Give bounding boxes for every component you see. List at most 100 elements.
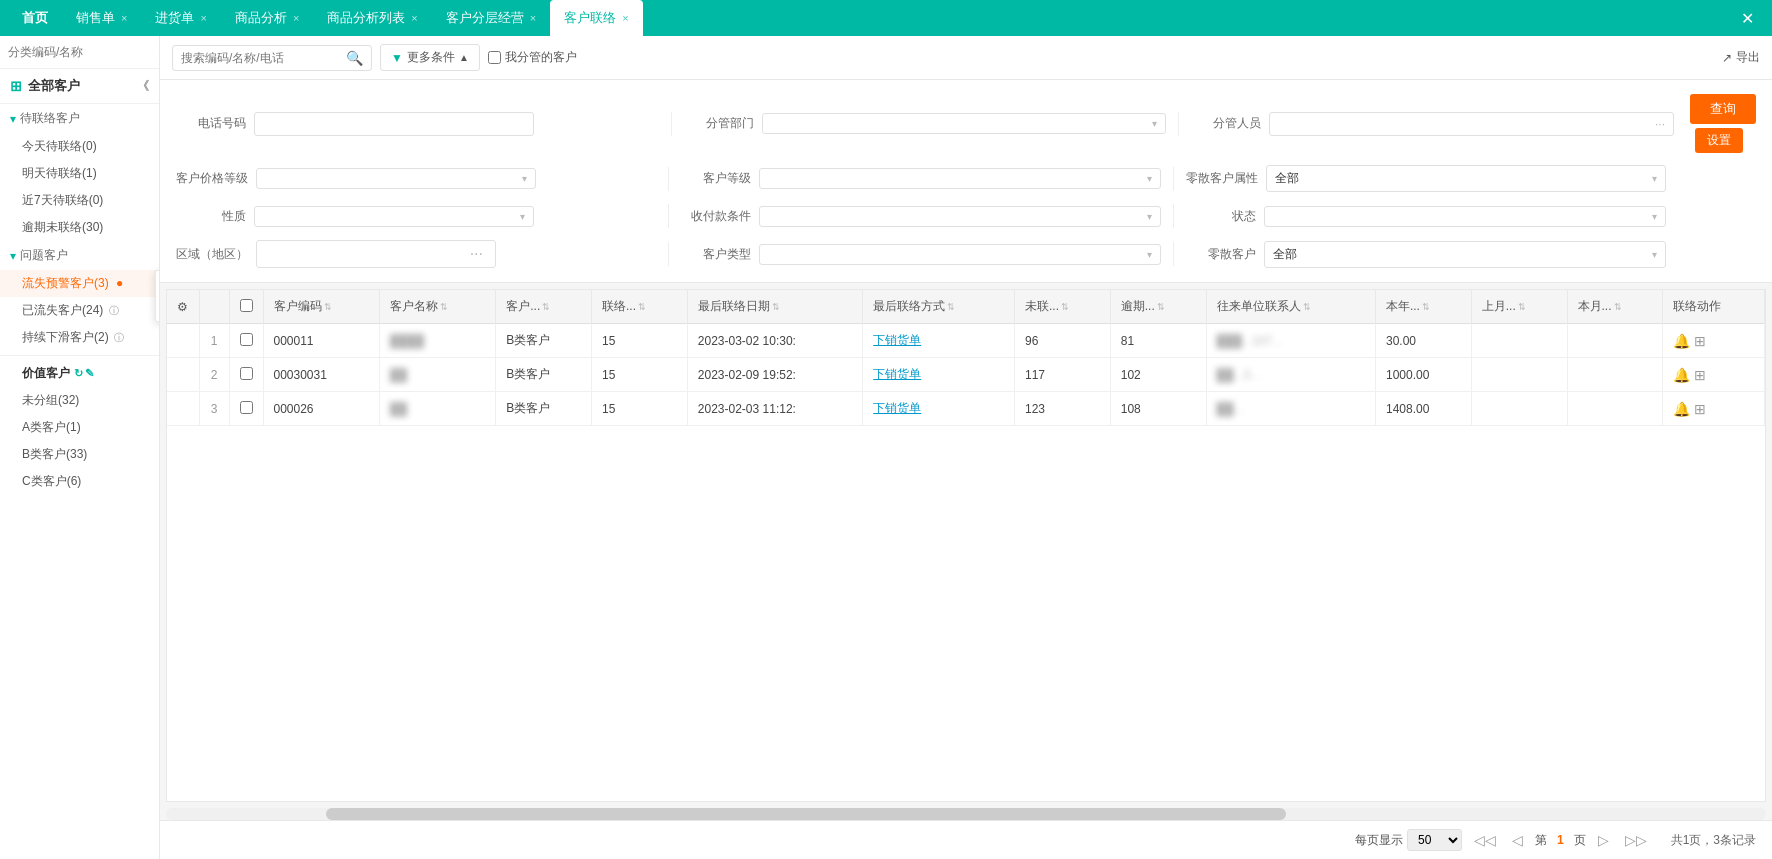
window-close-button[interactable]: ✕ [1731,9,1764,28]
col-last-date[interactable]: 最后联络日期⇅ [687,290,862,324]
row-last-method[interactable]: 下销货单 [863,358,1015,392]
close-customer-tier-tab[interactable]: × [530,12,536,24]
sidebar-item-declining[interactable]: 持续下滑客户(2) ⓘ [0,324,159,351]
col-last-month[interactable]: 上月...⇅ [1471,290,1567,324]
region-select[interactable]: ··· [256,240,496,268]
col-name[interactable]: 客户名称⇅ [379,290,495,324]
sidebar-search-input[interactable] [8,45,158,59]
row-last-method[interactable]: 下销货单 [863,392,1015,426]
col-overdue[interactable]: 逾期...⇅ [1110,290,1206,324]
sidebar-group-pending[interactable]: ▾ 待联络客户 [0,104,159,133]
search-input[interactable] [181,51,346,65]
action-bell-icon[interactable]: 🔔 [1673,401,1690,417]
export-btn[interactable]: ↗ 导出 [1722,49,1760,66]
my-customers-checkbox-label[interactable]: 我分管的客户 [488,49,577,66]
row-last-method[interactable]: 下销货单 [863,324,1015,358]
col-code[interactable]: 客户编码⇅ [263,290,379,324]
region-field: 区域（地区） ··· [176,240,656,268]
tab-analysis[interactable]: 商品分析 × [221,0,313,36]
sidebar-group-problem[interactable]: ▾ 问题客户 [0,241,159,270]
status-select[interactable]: ▾ [1264,206,1666,227]
col-settings[interactable]: ⚙ [167,290,199,324]
settings-button[interactable]: 设置 [1695,128,1743,153]
region-dots[interactable]: ··· [466,245,487,263]
sidebar-item-today-pending[interactable]: 今天待联络(0) [0,133,159,160]
edit-icon[interactable]: ✎ [85,367,94,380]
action-grid-icon[interactable]: ⊞ [1694,401,1706,417]
sidebar-item-overdue-pending[interactable]: 逾期未联络(30) [0,214,159,241]
sidebar-item-class-b[interactable]: B类客户(33) [0,441,159,468]
select-all-checkbox[interactable] [240,299,253,312]
retail-attr-select[interactable]: 全部 ▾ [1266,165,1666,192]
row-settings [167,358,199,392]
manager-select[interactable]: ··· [1269,112,1674,136]
tab-customer-tier[interactable]: 客户分层经营 × [432,0,550,36]
close-analysis-list-tab[interactable]: × [411,12,417,24]
price-level-select[interactable]: ▾ [256,168,536,189]
sidebar-group-value[interactable]: 价值客户 ↻ ✎ [0,360,159,387]
col-checkbox[interactable] [229,290,263,324]
per-page-select[interactable]: 50 100 200 [1407,829,1462,851]
scrollbar-thumb[interactable] [326,808,1286,820]
more-conditions-btn[interactable]: ▼ 更多条件 ▲ [380,44,480,71]
row-checkbox-cell[interactable] [229,324,263,358]
customer-type-select[interactable]: ▾ [759,244,1161,265]
my-customers-checkbox[interactable] [488,51,501,64]
col-not-contacted[interactable]: 未联...⇅ [1014,290,1110,324]
last-page-btn[interactable]: ▷▷ [1621,832,1651,848]
collapse-sidebar-icon[interactable]: 《 [137,78,149,95]
sidebar-item-tomorrow-pending[interactable]: 明天待联络(1) [0,160,159,187]
sidebar-item-week-pending[interactable]: 近7天待联络(0) [0,187,159,214]
col-this-year[interactable]: 本年...⇅ [1375,290,1471,324]
row-checkbox[interactable] [240,333,253,346]
tab-customer-link[interactable]: 客户联络 × [550,0,642,36]
col-last-method[interactable]: 最后联络方式⇅ [863,290,1015,324]
close-customer-link-tab[interactable]: × [622,12,628,24]
search-execute-icon[interactable]: 🔍 [346,50,363,66]
row-checkbox[interactable] [240,401,253,414]
row-checkbox-cell[interactable] [229,392,263,426]
refresh-icon[interactable]: ↻ [74,367,83,380]
close-purchase-tab[interactable]: × [200,12,206,24]
tab-home[interactable]: 首页 [8,0,62,36]
sidebar-item-class-a[interactable]: A类客户(1) [0,414,159,441]
col-this-month[interactable]: 本月...⇅ [1567,290,1663,324]
horizontal-scrollbar[interactable] [166,808,1766,820]
query-button[interactable]: 查询 [1690,94,1756,124]
nature-select[interactable]: ▾ [254,206,534,227]
action-grid-icon[interactable]: ⊞ [1694,333,1706,349]
action-bell-icon[interactable]: 🔔 [1673,367,1690,383]
tab-analysis-list[interactable]: 商品分析列表 × [313,0,431,36]
sidebar-item-churned[interactable]: 已流失客户(24) ⓘ [0,297,159,324]
prev-page-btn[interactable]: ◁ [1508,832,1527,848]
action-grid-icon[interactable]: ⊞ [1694,367,1706,383]
close-sales-tab[interactable]: × [121,12,127,24]
action-bell-icon[interactable]: 🔔 [1673,333,1690,349]
next-page-btn[interactable]: ▷ [1594,832,1613,848]
tab-sales[interactable]: 销售单 × [62,0,141,36]
row-contact: 15 [592,324,688,358]
retail-field: 零散客户 全部 ▾ [1186,241,1666,268]
adv-row-2: 客户价格等级 ▾ 客户等级 ▾ 零散客户属性 [176,159,1756,198]
sidebar-item-churn-warning[interactable]: 流失预警客户(3) ● [0,270,159,297]
payment-select[interactable]: ▾ [759,206,1161,227]
row-checkbox[interactable] [240,367,253,380]
tab-purchase[interactable]: 进货单 × [141,0,220,36]
sidebar-item-ungrouped[interactable]: 未分组(32) [0,387,159,414]
col-type[interactable]: 客户...⇅ [496,290,592,324]
col-contact[interactable]: 联络...⇅ [592,290,688,324]
col-company-contact[interactable]: 往来单位联系人⇅ [1206,290,1375,324]
price-level-arrow: ▾ [522,173,527,184]
customer-level-select[interactable]: ▾ [759,168,1161,189]
row-checkbox-cell[interactable] [229,358,263,392]
sidebar-all-customers[interactable]: ⊞ 全部客户 《 [0,69,159,104]
sidebar-item-class-c[interactable]: C类客户(6) [0,468,159,495]
more-conditions-arrow: ▲ [459,52,469,63]
close-analysis-tab[interactable]: × [293,12,299,24]
row-overdue: 81 [1110,324,1206,358]
dept-select[interactable]: ▾ [762,113,1167,134]
manager-dots[interactable]: ··· [1655,117,1665,131]
retail-select[interactable]: 全部 ▾ [1264,241,1666,268]
phone-input[interactable] [254,112,534,136]
first-page-btn[interactable]: ◁◁ [1470,832,1500,848]
